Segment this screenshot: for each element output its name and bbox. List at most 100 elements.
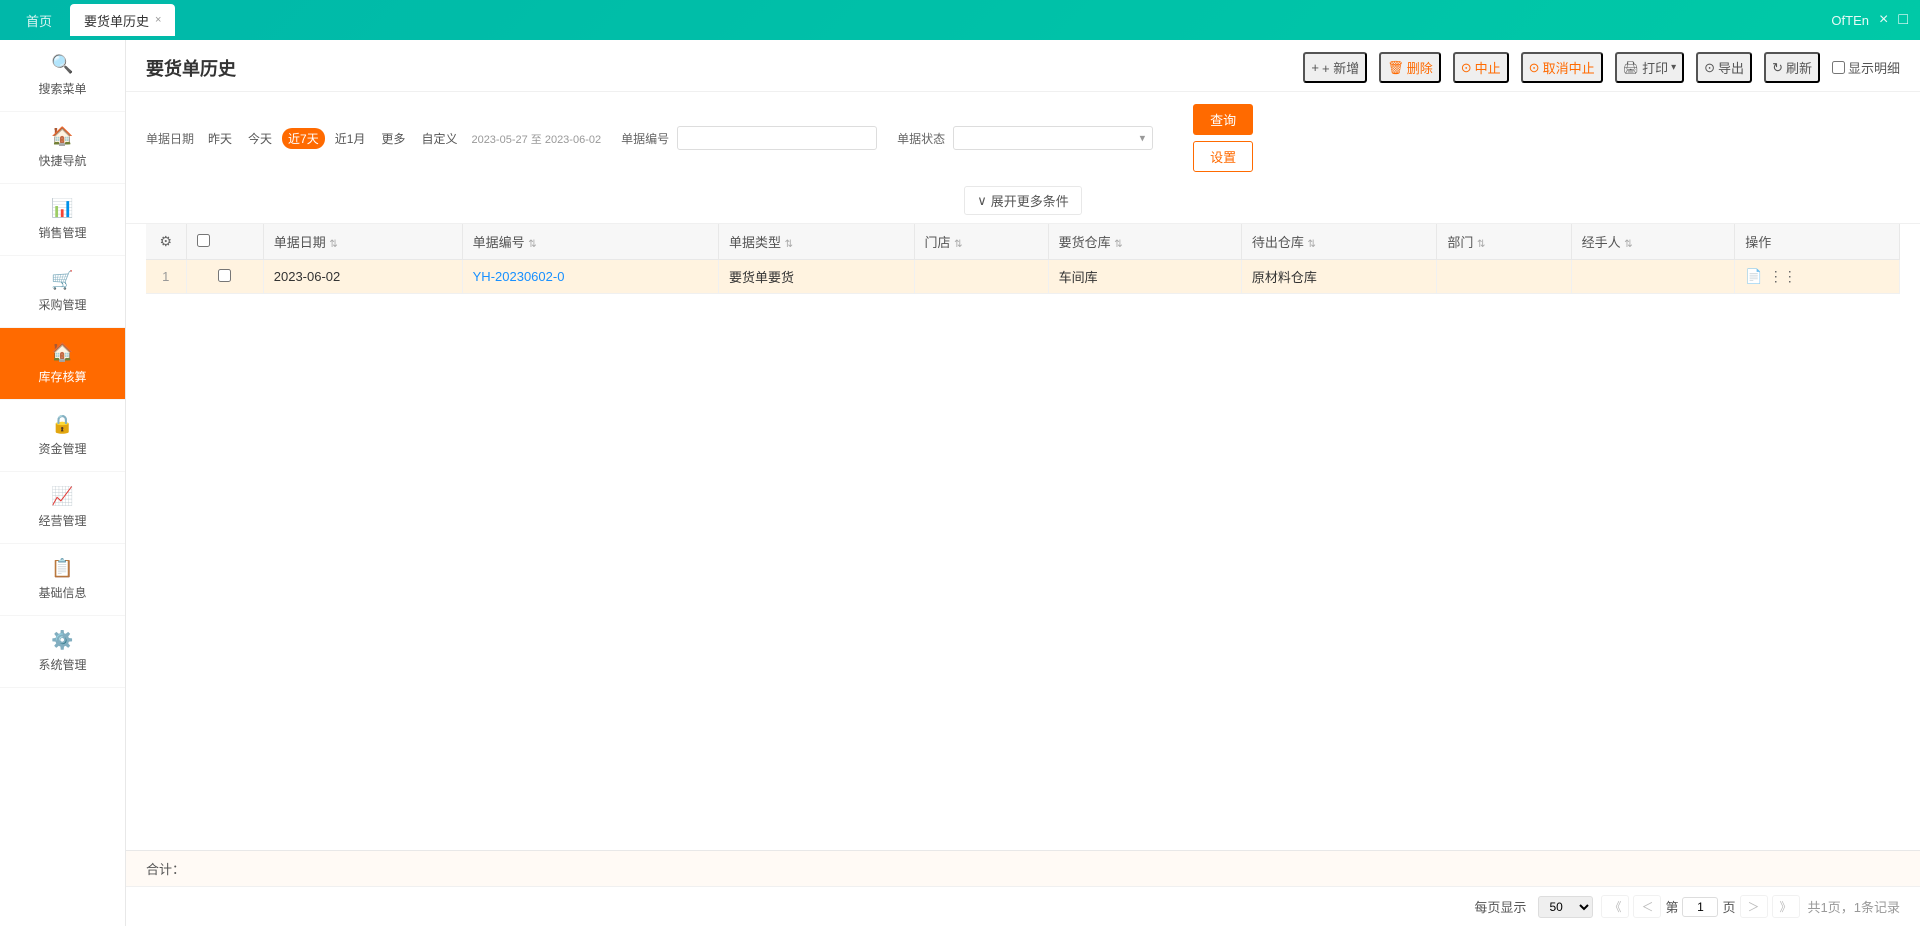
th-pending-warehouse[interactable]: 待出仓库 ⇅ — [1241, 224, 1437, 260]
sidebar-item-sales[interactable]: 📊 销售管理 — [0, 184, 125, 256]
department-sort-icon[interactable]: ⇅ — [1477, 239, 1485, 250]
print-icon: 🖨 — [1623, 60, 1640, 76]
settings-button[interactable]: 设置 — [1193, 141, 1253, 172]
bill-number-sort-icon[interactable]: ⇅ — [528, 239, 536, 250]
summary-label: 合计： — [146, 859, 185, 878]
table-row[interactable]: 1 2023-06-02 YH-20230602-0 要货单要货 车间库 原材料… — [146, 260, 1900, 294]
date-custom[interactable]: 自定义 — [415, 128, 463, 149]
print-button[interactable]: 🖨 打印 ▾ — [1615, 52, 1685, 83]
th-req-warehouse[interactable]: 要货仓库 ⇅ — [1048, 224, 1241, 260]
print-label: 打印 — [1642, 58, 1668, 77]
th-bill-number[interactable]: 单据编号 ⇅ — [462, 224, 718, 260]
th-settings[interactable]: ⚙ — [146, 224, 186, 260]
sidebar-item-search-menu[interactable]: 🔍 搜索菜单 — [0, 40, 125, 112]
date-today[interactable]: 今天 — [242, 128, 278, 149]
sidebar: 🔍 搜索菜单 🏠 快捷导航 📊 销售管理 🛒 采购管理 🏠 库存核算 🔒 资金管… — [0, 40, 126, 926]
th-store[interactable]: 门店 ⇅ — [914, 224, 1048, 260]
page-info: 共1页，1条记录 — [1808, 897, 1900, 916]
th-bill-type[interactable]: 单据类型 ⇅ — [719, 224, 915, 260]
requisition-table: ⚙ 单据日期 ⇅ 单据编号 ⇅ — [146, 224, 1900, 294]
sidebar-item-basic-info[interactable]: 📋 基础信息 — [0, 544, 125, 616]
first-page-button[interactable]: 《 — [1601, 895, 1629, 918]
filter-area: 单据日期 昨天 今天 近7天 近1月 更多 自定义 2023-05-27 至 2… — [126, 92, 1920, 224]
date-more[interactable]: 更多 — [375, 128, 411, 149]
export-button[interactable]: ⊙ 导出 — [1696, 52, 1752, 83]
row-bill-number-cell[interactable]: YH-20230602-0 — [462, 260, 718, 294]
expand-more-label: 展开更多条件 — [991, 191, 1069, 210]
stop-icon: ⊙ — [1461, 60, 1472, 76]
page-size-label: 每页显示 — [1474, 897, 1526, 916]
tab-requisition-history[interactable]: 要货单历史 × — [70, 4, 175, 36]
refresh-button[interactable]: ↻ 刷新 — [1764, 52, 1820, 83]
last-page-button[interactable]: 》 — [1772, 895, 1800, 918]
bill-type-sort-icon[interactable]: ⇅ — [785, 239, 793, 250]
date-1month[interactable]: 近1月 — [329, 128, 372, 149]
th-bill-date[interactable]: 单据日期 ⇅ — [263, 224, 462, 260]
prev-page-button[interactable]: ＜ — [1633, 895, 1661, 918]
column-settings-icon[interactable]: ⚙ — [159, 233, 172, 249]
content-area: 要货单历史 + + 新增 🗑 删除 ⊙ 中止 ⊙ 取消中止 — [126, 40, 1920, 926]
show-detail-checkbox[interactable] — [1832, 61, 1845, 74]
sidebar-item-purchase-label: 采购管理 — [38, 296, 86, 313]
sidebar-item-finance[interactable]: 🔒 资金管理 — [0, 400, 125, 472]
window-maximize-btn[interactable]: □ — [1898, 11, 1908, 29]
row-checkbox[interactable] — [218, 269, 231, 282]
query-buttons: 查询 设置 — [1193, 104, 1253, 172]
tab-home[interactable]: 首页 — [12, 4, 66, 36]
row-num-cell: 1 — [146, 260, 186, 294]
date-7days[interactable]: 近7天 — [282, 128, 325, 149]
page-number-input[interactable] — [1682, 897, 1718, 917]
search-menu-icon: 🔍 — [51, 54, 73, 75]
select-all-checkbox[interactable] — [197, 234, 210, 247]
page-input-prefix: 第 — [1665, 897, 1678, 916]
add-button[interactable]: + + 新增 — [1303, 52, 1367, 83]
filter-row: 单据日期 昨天 今天 近7天 近1月 更多 自定义 2023-05-27 至 2… — [146, 104, 1900, 172]
th-handler[interactable]: 经手人 ⇅ — [1571, 224, 1735, 260]
bill-number-input[interactable] — [677, 126, 877, 150]
sidebar-item-inventory[interactable]: 🏠 库存核算 — [0, 328, 125, 400]
print-dropdown-icon: ▾ — [1671, 62, 1676, 73]
cancel-stop-button[interactable]: ⊙ 取消中止 — [1521, 52, 1603, 83]
top-bar: 首页 要货单历史 × OfTEn × □ — [0, 0, 1920, 40]
date-yesterday[interactable]: 昨天 — [202, 128, 238, 149]
tab-home-label: 首页 — [26, 11, 52, 30]
sidebar-item-purchase[interactable]: 🛒 采购管理 — [0, 256, 125, 328]
sidebar-item-quick-nav[interactable]: 🏠 快捷导航 — [0, 112, 125, 184]
req-warehouse-sort-icon[interactable]: ⇅ — [1114, 239, 1122, 250]
refresh-icon: ↻ — [1772, 60, 1783, 76]
pagination: 每页显示 10 20 50 100 《 ＜ 第 页 ＞ 》 共1页，1条记录 — [126, 886, 1920, 926]
window-close-btn[interactable]: × — [1879, 11, 1888, 29]
often-label[interactable]: OfTEn — [1831, 13, 1869, 28]
row-edit-icon[interactable]: 📄 — [1745, 268, 1762, 285]
bill-date-filter-group: 单据日期 昨天 今天 近7天 近1月 更多 自定义 2023-05-27 至 2… — [146, 128, 601, 149]
tab-close-icon[interactable]: × — [155, 14, 161, 26]
show-detail-toggle[interactable]: 显示明细 — [1832, 58, 1900, 77]
bill-date-sort-icon[interactable]: ⇅ — [329, 239, 337, 250]
tab-requisition-history-label: 要货单历史 — [84, 11, 149, 30]
stop-button[interactable]: ⊙ 中止 — [1453, 52, 1509, 83]
page-size-select[interactable]: 10 20 50 100 — [1538, 896, 1593, 918]
th-department[interactable]: 部门 ⇅ — [1437, 224, 1571, 260]
date-shortcuts: 昨天 今天 近7天 近1月 更多 自定义 — [202, 128, 463, 149]
bill-status-select[interactable] — [953, 126, 1153, 150]
pending-warehouse-sort-icon[interactable]: ⇅ — [1308, 239, 1316, 250]
sidebar-item-sales-label: 销售管理 — [38, 224, 86, 241]
row-store-cell — [914, 260, 1048, 294]
delete-button[interactable]: 🗑 删除 — [1379, 52, 1441, 83]
row-more-icon[interactable]: ⋮⋮ — [1769, 268, 1797, 285]
sidebar-item-quick-nav-label: 快捷导航 — [38, 152, 86, 169]
next-page-button[interactable]: ＞ — [1740, 895, 1768, 918]
handler-sort-icon[interactable]: ⇅ — [1624, 239, 1632, 250]
th-bill-type-label: 单据类型 — [729, 235, 781, 250]
th-store-label: 门店 — [925, 235, 951, 250]
store-sort-icon[interactable]: ⇅ — [954, 239, 962, 250]
summary-bar: 合计： — [126, 850, 1920, 886]
query-button[interactable]: 查询 — [1193, 104, 1253, 135]
sidebar-item-system[interactable]: ⚙️ 系统管理 — [0, 616, 125, 688]
sidebar-item-operations[interactable]: 📈 经营管理 — [0, 472, 125, 544]
sidebar-item-operations-label: 经营管理 — [38, 512, 86, 529]
row-department-cell — [1437, 260, 1571, 294]
row-handler-cell — [1571, 260, 1735, 294]
sales-icon: 📊 — [51, 198, 73, 219]
expand-more-button[interactable]: ∨ 展开更多条件 — [964, 186, 1082, 215]
